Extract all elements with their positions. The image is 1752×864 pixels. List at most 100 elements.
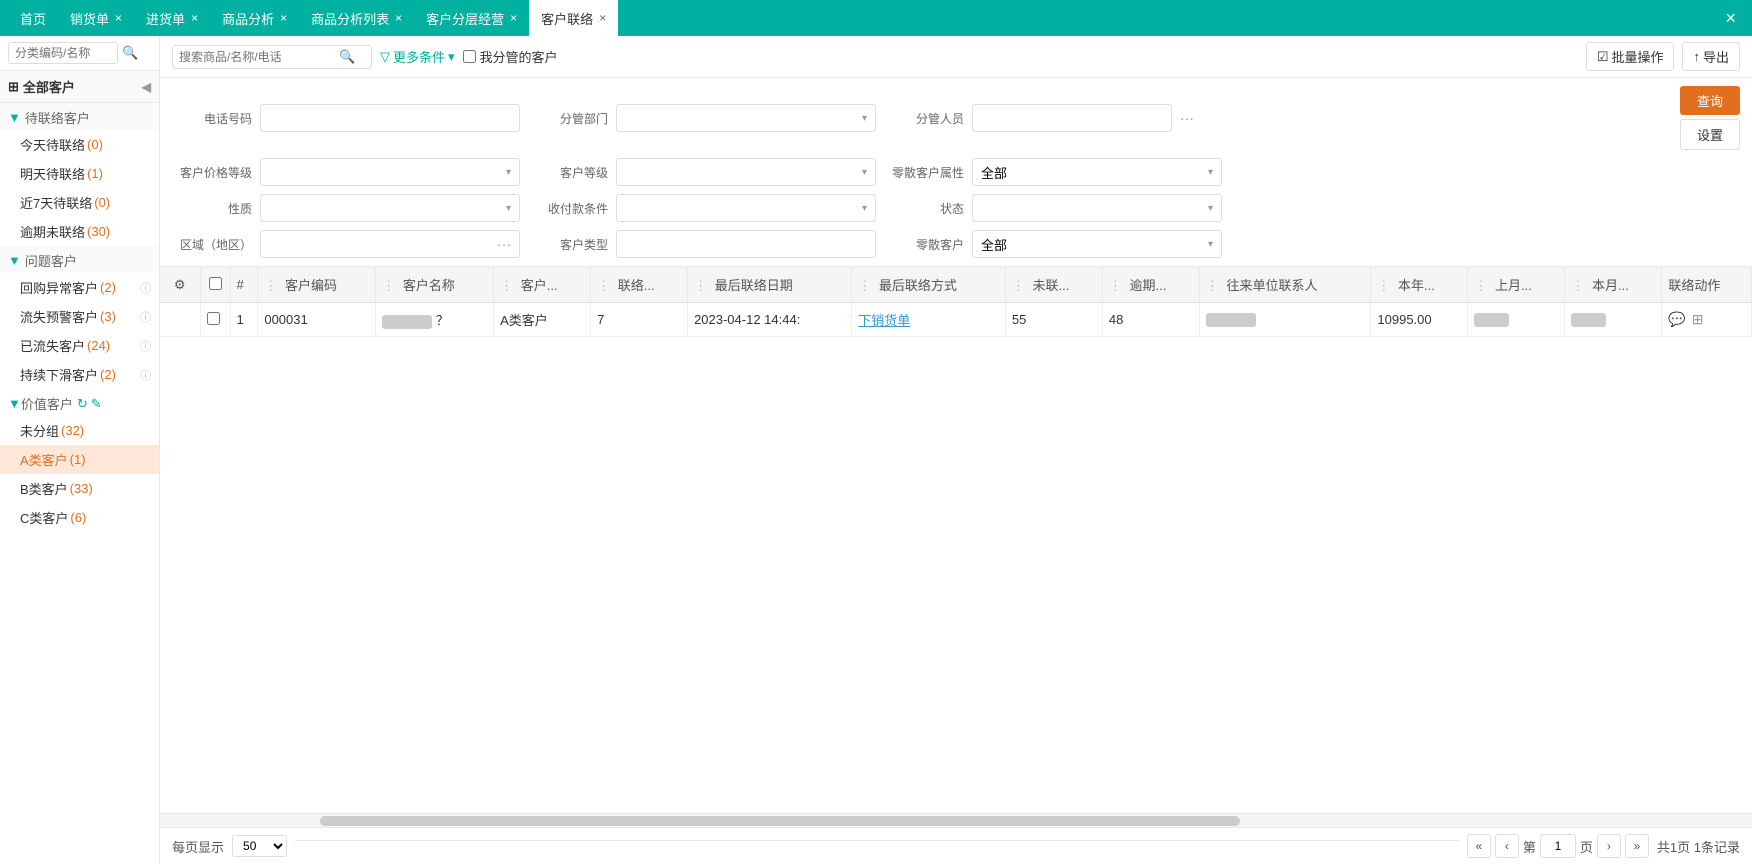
sidebar-all-customers[interactable]: ⊞ 全部客户 ◀ bbox=[0, 71, 159, 103]
last-page-btn[interactable]: » bbox=[1625, 834, 1649, 858]
sidebar-item-churned[interactable]: 已流失客户 (24) ⓘ bbox=[0, 331, 159, 360]
next-page-btn[interactable]: › bbox=[1597, 834, 1621, 858]
filter-phone-input[interactable] bbox=[260, 104, 520, 132]
filter-label-price-grade: 客户价格等级 bbox=[172, 164, 252, 181]
sidebar-item-overdue[interactable]: 逾期未联络 (30) bbox=[0, 217, 159, 246]
col-this-month[interactable]: ⋮ 本月... bbox=[1565, 267, 1662, 303]
sidebar-search-container: 🔍 bbox=[0, 36, 159, 71]
col-last-contact-method[interactable]: ⋮ 最后联络方式 bbox=[852, 267, 1006, 303]
more-filter-btn[interactable]: ▽ 更多条件 ▾ bbox=[380, 47, 455, 66]
action-message-icon[interactable]: 💬 bbox=[1668, 311, 1685, 328]
action-qr-icon[interactable]: ⊞ bbox=[1692, 311, 1704, 328]
row-this-year: 10995.00 bbox=[1371, 303, 1468, 337]
col-not-contacted[interactable]: ⋮ 未联... bbox=[1005, 267, 1102, 303]
row-checkbox[interactable] bbox=[200, 303, 230, 337]
col-last-month[interactable]: ⋮ 上月... bbox=[1468, 267, 1565, 303]
close-sales-order[interactable]: × bbox=[115, 11, 122, 25]
region-dots[interactable]: ··· bbox=[497, 236, 511, 252]
toolbar-search-input[interactable] bbox=[179, 50, 339, 64]
filter-region-select[interactable]: ··· bbox=[260, 230, 520, 258]
nav-sales-order[interactable]: 销货单 × bbox=[58, 0, 134, 36]
filter-payment-select[interactable]: ▾ bbox=[616, 194, 876, 222]
first-page-btn[interactable]: « bbox=[1467, 834, 1491, 858]
col-customer-name[interactable]: ⋮ 客户名称 bbox=[376, 267, 494, 303]
col-customer-code[interactable]: ⋮ 客户编码 bbox=[258, 267, 376, 303]
row-last-contact-method[interactable]: 下销货单 bbox=[852, 303, 1006, 337]
sidebar-item-7days[interactable]: 近7天待联络 (0) bbox=[0, 188, 159, 217]
sidebar-item-today[interactable]: 今天待联络 (0) bbox=[0, 130, 159, 159]
sidebar-search-input[interactable] bbox=[8, 42, 118, 64]
setting-btn[interactable]: 设置 bbox=[1680, 119, 1740, 150]
select-all-checkbox[interactable] bbox=[209, 277, 222, 290]
filter-retail-attr-select[interactable]: 全部 ▾ bbox=[972, 158, 1222, 186]
page-unit: 页 bbox=[1580, 837, 1593, 856]
filter-customer-type-select[interactable] bbox=[616, 230, 876, 258]
col-this-year[interactable]: ⋮ 本年... bbox=[1371, 267, 1468, 303]
row-contact-person bbox=[1199, 303, 1371, 337]
batch-op-btn[interactable]: ☑ 批量操作 bbox=[1586, 42, 1675, 71]
sidebar-group-pending[interactable]: ▼ 待联络客户 bbox=[0, 103, 159, 130]
filter-manager-input[interactable] bbox=[972, 104, 1172, 132]
sidebar-group-value[interactable]: ▼ 价值客户 ↻ ✎ bbox=[0, 389, 159, 416]
filter-customer-grade-select[interactable]: ▾ bbox=[616, 158, 876, 186]
col-contact-count[interactable]: ⋮ 联络... bbox=[591, 267, 688, 303]
sidebar-item-churn-warning[interactable]: 流失预警客户 (3) ⓘ bbox=[0, 302, 159, 331]
col-overdue[interactable]: ⋮ 逾期... bbox=[1102, 267, 1199, 303]
filter-dropdown-icon: ▾ bbox=[448, 49, 455, 65]
window-close-btn[interactable]: × bbox=[1717, 8, 1744, 29]
nav-purchase-order[interactable]: 进货单 × bbox=[134, 0, 210, 36]
filter-retail-select[interactable]: 全部 ▾ bbox=[972, 230, 1222, 258]
close-customer-segment[interactable]: × bbox=[510, 11, 517, 25]
close-customer-contact[interactable]: × bbox=[599, 11, 606, 25]
nav-home[interactable]: 首页 bbox=[8, 0, 58, 36]
sidebar-item-tomorrow[interactable]: 明天待联络 (1) bbox=[0, 159, 159, 188]
col-seq: # bbox=[230, 267, 258, 303]
nav-customer-contact[interactable]: 客户联络 × bbox=[529, 0, 618, 36]
refresh-icon[interactable]: ↻ bbox=[77, 396, 88, 412]
export-btn[interactable]: ↑ 导出 bbox=[1682, 42, 1740, 71]
col-contact-person[interactable]: ⋮ 往来单位联系人 bbox=[1199, 267, 1371, 303]
nav-product-analysis[interactable]: 商品分析 × bbox=[210, 0, 299, 36]
filter-label-retail: 零散客户 bbox=[884, 236, 964, 253]
close-purchase-order[interactable]: × bbox=[191, 11, 198, 25]
sidebar-group-problem[interactable]: ▼ 问题客户 bbox=[0, 246, 159, 273]
filter-price-grade-select[interactable]: ▾ bbox=[260, 158, 520, 186]
filter-nature-select[interactable]: ▾ bbox=[260, 194, 520, 222]
page-size-select[interactable]: 50 100 200 bbox=[232, 835, 287, 857]
filter-manager-dots[interactable]: ··· bbox=[1180, 110, 1194, 126]
filter-label-payment: 收付款条件 bbox=[528, 200, 608, 217]
row-select-checkbox[interactable] bbox=[207, 312, 220, 325]
scrollbar-thumb[interactable] bbox=[320, 816, 1240, 826]
toolbar-search-icon[interactable]: 🔍 bbox=[339, 49, 355, 65]
query-btn[interactable]: 查询 bbox=[1680, 86, 1740, 115]
close-product-analysis[interactable]: × bbox=[280, 11, 287, 25]
page-input[interactable] bbox=[1540, 834, 1576, 858]
row-customer-type: A类客户 bbox=[494, 303, 591, 337]
filter-label-dept: 分管部门 bbox=[528, 110, 608, 127]
toolbar-search-container: 🔍 bbox=[172, 45, 372, 69]
sidebar-search-icon[interactable]: 🔍 bbox=[122, 45, 138, 61]
sidebar-item-unclassified[interactable]: 未分组 (32) bbox=[0, 416, 159, 445]
sidebar-item-class-a[interactable]: A类客户 (1) bbox=[0, 445, 159, 474]
horizontal-scrollbar[interactable] bbox=[160, 813, 1752, 827]
my-customer-checkbox[interactable] bbox=[463, 50, 476, 63]
last-contact-method-link[interactable]: 下销货单 bbox=[858, 313, 910, 328]
col-last-contact-date[interactable]: ⋮ 最后联络日期 bbox=[688, 267, 852, 303]
col-customer-type[interactable]: ⋮ 客户... bbox=[494, 267, 591, 303]
sidebar-item-declining[interactable]: 持续下滑客户 (2) ⓘ bbox=[0, 360, 159, 389]
filter-row-2: 客户价格等级 ▾ 客户等级 ▾ 零散客户属性 全部 ▾ bbox=[172, 158, 1740, 186]
gear-th[interactable]: ⚙ bbox=[160, 267, 200, 303]
prev-page-btn[interactable]: ‹ bbox=[1495, 834, 1519, 858]
nav-customer-segment[interactable]: 客户分层经营 × bbox=[414, 0, 529, 36]
my-customer-checkbox-label[interactable]: 我分管的客户 bbox=[463, 47, 558, 66]
row-overdue: 48 bbox=[1102, 303, 1199, 337]
close-product-analysis-list[interactable]: × bbox=[395, 11, 402, 25]
sidebar-item-repurchase[interactable]: 回购异常客户 (2) ⓘ bbox=[0, 273, 159, 302]
edit-icon[interactable]: ✎ bbox=[91, 396, 102, 412]
sidebar-item-class-c[interactable]: C类客户 (6) bbox=[0, 503, 159, 532]
sidebar-item-class-b[interactable]: B类客户 (33) bbox=[0, 474, 159, 503]
col-action: 联络动作 bbox=[1662, 267, 1752, 303]
filter-status-select[interactable]: ▾ bbox=[972, 194, 1222, 222]
filter-dept-select[interactable]: ▾ bbox=[616, 104, 876, 132]
nav-product-analysis-list[interactable]: 商品分析列表 × bbox=[299, 0, 414, 36]
